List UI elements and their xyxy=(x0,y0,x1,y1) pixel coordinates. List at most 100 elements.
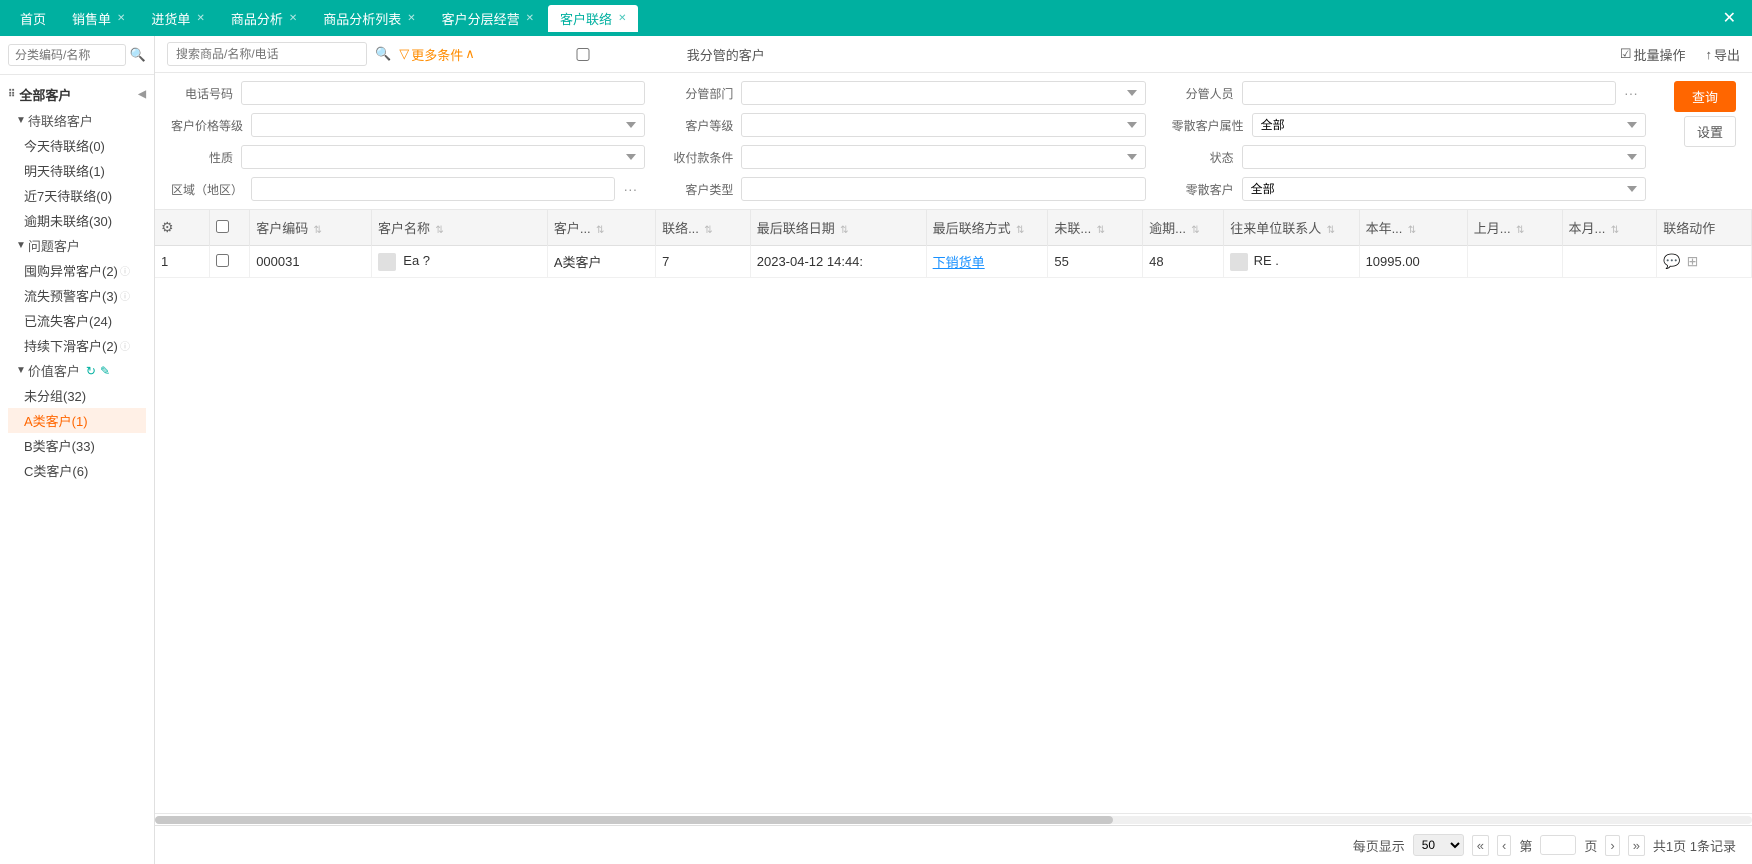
my-customers-checkbox-label[interactable]: 我分管的客户 xyxy=(483,45,765,64)
th-level-label: 客户... xyxy=(554,221,591,236)
tomorrow-contact-label: 明天待联络(1) xyxy=(24,161,105,180)
sidebar-item-tomorrow-contact[interactable]: 明天待联络(1) xyxy=(8,158,146,183)
th-last-contact-method[interactable]: 最后联络方式 ⇅ xyxy=(926,210,1048,246)
scattered-attr-label: 零散客户属性 xyxy=(1172,117,1252,134)
sidebar-group-value-customers[interactable]: ▼ 价值客户 ↻ ✎ xyxy=(8,358,146,383)
sidebar-item-b-class[interactable]: B类客户(33) xyxy=(8,433,146,458)
edit-icon[interactable]: ✎ xyxy=(100,364,110,378)
gear-icon[interactable]: ⚙ xyxy=(161,219,174,235)
first-page-button[interactable]: « xyxy=(1472,835,1489,856)
declining-label: 持续下滑客户(2) xyxy=(24,336,118,355)
sidebar-item-abnormal-stock[interactable]: 囤购异常客户(2) ⓘ xyxy=(8,258,146,283)
sidebar-group-pending-contact[interactable]: ▼ 待联络客户 xyxy=(8,108,146,133)
th-this-month[interactable]: 本月... ⇅ xyxy=(1562,210,1657,246)
nav-item-purchase[interactable]: 进货单 ✕ xyxy=(139,5,216,32)
td-this-month xyxy=(1562,246,1657,278)
th-unlinked-days[interactable]: 未联... ⇅ xyxy=(1048,210,1143,246)
filter-cell-scattered: 零散客户 全部 xyxy=(1172,177,1646,201)
th-unit-contact[interactable]: 往来单位联系人 ⇅ xyxy=(1224,210,1359,246)
payment-select[interactable] xyxy=(741,145,1145,169)
row-overdue: 48 xyxy=(1149,254,1163,269)
phone-label: 电话号码 xyxy=(171,85,241,102)
sidebar-search-input[interactable] xyxy=(8,44,126,66)
th-action: 联络动作 xyxy=(1657,210,1752,246)
th-contact-count[interactable]: 联络... ⇅ xyxy=(656,210,751,246)
nav-purchase-close[interactable]: ✕ xyxy=(196,13,204,24)
customer-level-label: 客户等级 xyxy=(671,117,741,134)
sidebar-item-c-class[interactable]: C类客户(6) xyxy=(8,458,146,483)
row-last-contact-method[interactable]: 下销货单 xyxy=(933,255,985,270)
page-input[interactable]: 1 xyxy=(1540,835,1576,855)
sidebar-all-customers-header[interactable]: ⠿ 全部客户 ◀ xyxy=(8,81,146,108)
sidebar-item-a-class[interactable]: A类客户(1) xyxy=(8,408,146,433)
sidebar-group-problem-customers[interactable]: ▼ 问题客户 xyxy=(8,233,146,258)
th-last-month[interactable]: 上月... ⇅ xyxy=(1467,210,1562,246)
nature-select[interactable] xyxy=(241,145,645,169)
scrollbar-track[interactable] xyxy=(155,816,1752,824)
nav-item-customer-segment[interactable]: 客户分层经营 ✕ xyxy=(430,5,546,32)
region-more-icon[interactable]: ··· xyxy=(615,181,645,197)
horizontal-scrollbar[interactable] xyxy=(155,813,1752,825)
th-overdue[interactable]: 逾期... ⇅ xyxy=(1143,210,1224,246)
my-customers-checkbox[interactable] xyxy=(483,48,683,61)
td-checkbox[interactable] xyxy=(209,246,250,278)
status-select[interactable] xyxy=(1242,145,1646,169)
th-name[interactable]: 客户名称 ⇅ xyxy=(371,210,547,246)
sidebar-item-today-contact[interactable]: 今天待联络(0) xyxy=(8,133,146,158)
prev-page-button[interactable]: ‹ xyxy=(1497,835,1511,856)
query-button[interactable]: 查询 xyxy=(1674,81,1736,112)
sidebar-item-ungrouped[interactable]: 未分组(32) xyxy=(8,383,146,408)
row-checkbox[interactable] xyxy=(216,254,229,267)
nav-item-customer-contact[interactable]: 客户联络 ✕ xyxy=(548,5,638,32)
chat-action-icon[interactable]: 💬 xyxy=(1663,253,1680,270)
nav-item-analysis[interactable]: 商品分析 ✕ xyxy=(219,5,309,32)
dept-select[interactable] xyxy=(741,81,1145,105)
export-button[interactable]: ↑ 导出 xyxy=(1705,45,1740,64)
sidebar-item-churned[interactable]: 已流失客户(24) xyxy=(8,308,146,333)
price-level-select[interactable] xyxy=(251,113,645,137)
sidebar-item-overdue-contact[interactable]: 逾期未联络(30) xyxy=(8,208,146,233)
customer-type-input[interactable] xyxy=(741,177,1145,201)
th-code[interactable]: 客户编码 ⇅ xyxy=(250,210,372,246)
nav-customer-contact-close[interactable]: ✕ xyxy=(618,13,626,24)
manager-more-icon[interactable]: ··· xyxy=(1616,85,1646,101)
scattered-attr-select[interactable]: 全部 xyxy=(1252,113,1646,137)
manager-label: 分管人员 xyxy=(1172,85,1242,102)
setting-button[interactable]: 设置 xyxy=(1684,116,1736,147)
scrollbar-thumb[interactable] xyxy=(155,816,1113,824)
batch-operation-button[interactable]: ☑ 批量操作 xyxy=(1620,45,1686,64)
filter-cell-manager: 分管人员 ··· xyxy=(1172,81,1646,105)
nav-analysis-close[interactable]: ✕ xyxy=(289,13,297,24)
nav-item-analysis-list[interactable]: 商品分析列表 ✕ xyxy=(311,5,427,32)
manager-input[interactable] xyxy=(1242,81,1616,105)
nav-analysis-list-close[interactable]: ✕ xyxy=(407,13,415,24)
sidebar-item-churn-warning[interactable]: 流失预警客户(3) ⓘ xyxy=(8,283,146,308)
nav-item-sales[interactable]: 销售单 ✕ xyxy=(60,5,137,32)
nav-sales-close[interactable]: ✕ xyxy=(117,13,125,24)
per-page-select[interactable]: 50 100 xyxy=(1413,834,1464,856)
sidebar-item-declining[interactable]: 持续下滑客户(2) ⓘ xyxy=(8,333,146,358)
nav-customer-segment-close[interactable]: ✕ xyxy=(526,13,534,24)
th-this-year[interactable]: 本年... ⇅ xyxy=(1359,210,1467,246)
last-page-button[interactable]: » xyxy=(1628,835,1645,856)
main-search-icon[interactable]: 🔍 xyxy=(375,46,391,62)
select-all-checkbox[interactable] xyxy=(216,220,229,233)
more-conditions-button[interactable]: ▽ 更多条件 ∧ xyxy=(399,45,475,64)
next-page-button[interactable]: › xyxy=(1605,835,1619,856)
sidebar-search-icon[interactable]: 🔍 xyxy=(130,47,146,63)
th-level[interactable]: 客户... ⇅ xyxy=(547,210,655,246)
region-input[interactable] xyxy=(251,177,615,201)
sidebar-item-7days-contact[interactable]: 近7天待联络(0) xyxy=(8,183,146,208)
th-last-contact-date[interactable]: 最后联络日期 ⇅ xyxy=(750,210,926,246)
th-name-label: 客户名称 xyxy=(378,221,430,236)
refresh-icon[interactable]: ↻ xyxy=(86,364,96,378)
main-search-input[interactable] xyxy=(167,42,367,66)
nav-item-home[interactable]: 首页 xyxy=(8,5,58,32)
info-icon-1: ⓘ xyxy=(120,263,130,278)
window-close-button[interactable]: ✕ xyxy=(1715,8,1744,28)
td-last-contact-method[interactable]: 下销货单 xyxy=(926,246,1048,278)
grid-action-icon[interactable]: ⊞ xyxy=(1687,253,1699,270)
customer-level-select[interactable] xyxy=(741,113,1145,137)
scattered-select[interactable]: 全部 xyxy=(1242,177,1646,201)
phone-input[interactable] xyxy=(241,81,645,105)
